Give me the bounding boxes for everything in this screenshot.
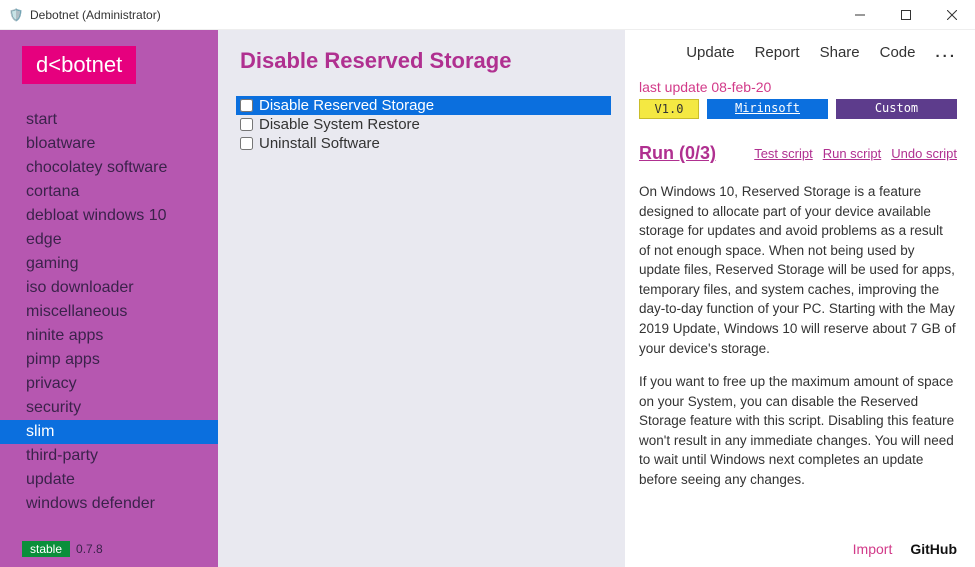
sidebar-category[interactable]: edge xyxy=(0,228,218,252)
last-update-label: last update 08-feb-20 xyxy=(639,79,957,95)
version-label: 0.7.8 xyxy=(76,542,103,556)
script-label: Disable System Restore xyxy=(259,116,420,133)
script-item[interactable]: Uninstall Software xyxy=(236,134,611,153)
sidebar: d<botnet startbloatwarechocolatey softwa… xyxy=(0,30,218,567)
tag-row: V1.0 Mirinsoft Custom xyxy=(639,99,957,119)
sidebar-category[interactable]: pimp apps xyxy=(0,348,218,372)
custom-pill[interactable]: Custom xyxy=(836,99,957,119)
app-logo: d<botnet xyxy=(22,46,136,84)
sidebar-category[interactable]: iso downloader xyxy=(0,276,218,300)
sidebar-category[interactable]: cortana xyxy=(0,180,218,204)
script-label: Uninstall Software xyxy=(259,135,380,152)
minimize-button[interactable] xyxy=(837,0,883,30)
sidebar-category[interactable]: debloat windows 10 xyxy=(0,204,218,228)
top-menu: Update Report Share Code ... xyxy=(639,44,957,61)
sidebar-category[interactable]: privacy xyxy=(0,372,218,396)
detail-panel: Update Report Share Code ... last update… xyxy=(625,30,975,567)
script-item[interactable]: Disable Reserved Storage xyxy=(236,96,611,115)
sidebar-category[interactable]: windows defender xyxy=(0,492,218,516)
maximize-button[interactable] xyxy=(883,0,929,30)
vendor-pill[interactable]: Mirinsoft xyxy=(707,99,828,119)
sidebar-category[interactable]: ninite apps xyxy=(0,324,218,348)
panel-title: Disable Reserved Storage xyxy=(240,48,611,74)
script-panel: Disable Reserved Storage Disable Reserve… xyxy=(218,30,625,567)
script-checkbox[interactable] xyxy=(240,99,253,112)
import-link[interactable]: Import xyxy=(853,541,893,557)
description-paragraph: On Windows 10, Reserved Storage is a fea… xyxy=(639,182,957,358)
version-pill: V1.0 xyxy=(639,99,699,119)
description-paragraph: If you want to free up the maximum amoun… xyxy=(639,372,957,489)
description-area: On Windows 10, Reserved Storage is a fea… xyxy=(639,182,957,503)
category-list: startbloatwarechocolatey softwarecortana… xyxy=(0,108,218,516)
run-button[interactable]: Run (0/3) xyxy=(639,143,716,164)
app-icon: 🛡️ xyxy=(8,7,24,23)
script-checkbox[interactable] xyxy=(240,137,253,150)
version-area: stable 0.7.8 xyxy=(22,541,103,557)
script-action-links: Test script Run script Undo script xyxy=(754,146,957,161)
stable-badge: stable xyxy=(22,541,70,557)
sidebar-category[interactable]: gaming xyxy=(0,252,218,276)
sidebar-category[interactable]: miscellaneous xyxy=(0,300,218,324)
close-button[interactable] xyxy=(929,0,975,30)
script-list: Disable Reserved Storage Disable System R… xyxy=(236,96,611,153)
github-link[interactable]: GitHub xyxy=(910,541,957,557)
script-item[interactable]: Disable System Restore xyxy=(236,115,611,134)
sidebar-category[interactable]: update xyxy=(0,468,218,492)
titlebar: 🛡️ Debotnet (Administrator) xyxy=(0,0,975,30)
sidebar-category[interactable]: start xyxy=(0,108,218,132)
test-script-link[interactable]: Test script xyxy=(754,146,813,161)
menu-more-icon[interactable]: ... xyxy=(935,44,957,61)
script-label: Disable Reserved Storage xyxy=(259,97,434,114)
footer-links: Import GitHub xyxy=(853,541,957,557)
sidebar-category[interactable]: slim xyxy=(0,420,218,444)
run-script-link[interactable]: Run script xyxy=(823,146,882,161)
sidebar-category[interactable]: bloatware xyxy=(0,132,218,156)
window-title: Debotnet (Administrator) xyxy=(30,8,837,22)
menu-report[interactable]: Report xyxy=(755,44,800,61)
menu-code[interactable]: Code xyxy=(880,44,916,61)
sidebar-category[interactable]: chocolatey software xyxy=(0,156,218,180)
undo-script-link[interactable]: Undo script xyxy=(891,146,957,161)
window-controls xyxy=(837,0,975,30)
sidebar-category[interactable]: third-party xyxy=(0,444,218,468)
script-checkbox[interactable] xyxy=(240,118,253,131)
run-row: Run (0/3) Test script Run script Undo sc… xyxy=(639,143,957,164)
menu-update[interactable]: Update xyxy=(686,44,734,61)
sidebar-category[interactable]: security xyxy=(0,396,218,420)
menu-share[interactable]: Share xyxy=(820,44,860,61)
